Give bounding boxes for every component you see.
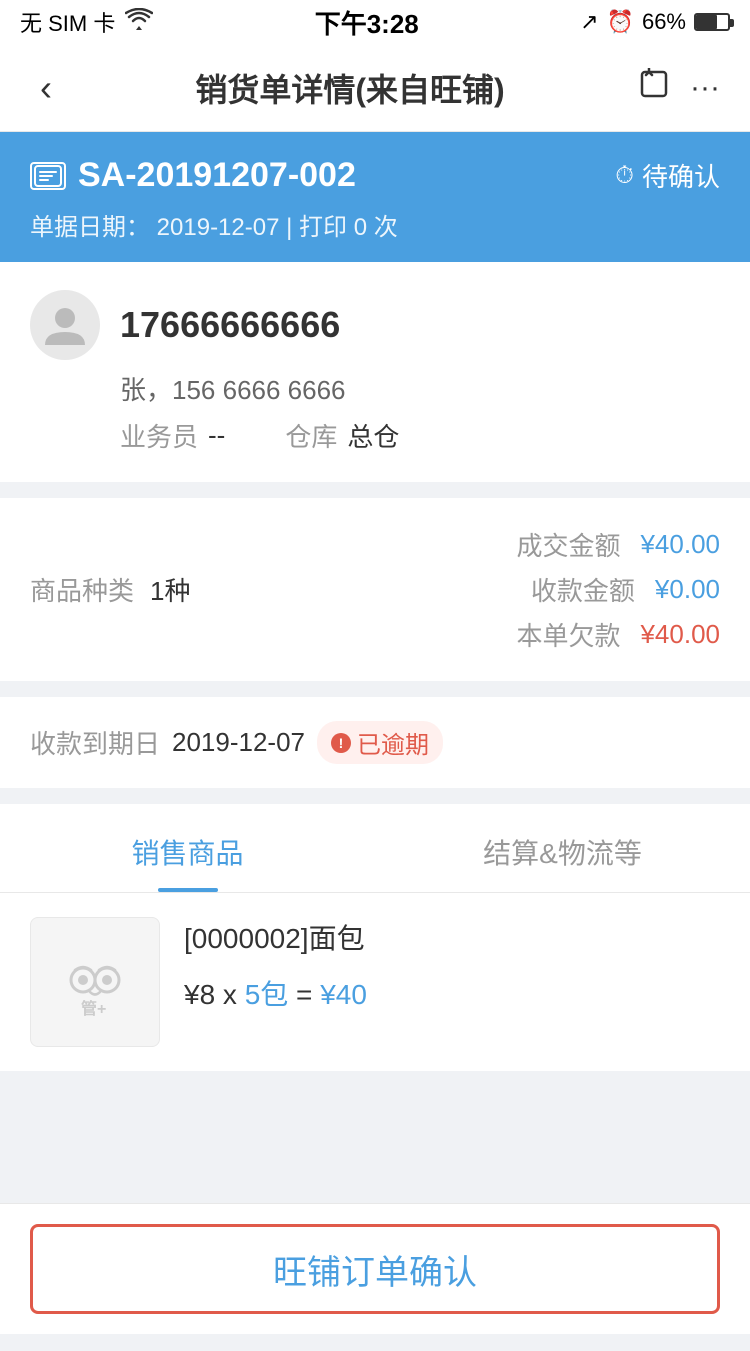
- overdue-text: 已逾期: [357, 725, 429, 760]
- salesman-label: 业务员: [120, 417, 198, 454]
- confirm-order-button[interactable]: 旺铺订单确认: [30, 1224, 720, 1314]
- location-icon: ↗: [580, 9, 598, 35]
- clock-icon: ⏱: [615, 162, 634, 190]
- status-time: 下午3:28: [315, 4, 419, 41]
- overdue-exclamation: !: [331, 733, 351, 753]
- status-right: ↗ ⏰ 66%: [580, 9, 730, 35]
- nav-actions: ···: [638, 68, 720, 108]
- amount-summary: 成交金额 ¥40.00 收款金额 ¥0.00 本单欠款 ¥40.00: [385, 526, 720, 653]
- customer-phone: 17666666666: [120, 304, 340, 346]
- wifi-icon: [125, 8, 153, 36]
- warehouse-value: 总仓: [347, 417, 399, 454]
- product-qty: 5包: [245, 979, 289, 1010]
- debt-label: 本单欠款: [516, 616, 620, 653]
- order-id-icon: [30, 162, 66, 190]
- customer-name: 张，156 6666 6666: [30, 370, 720, 407]
- overdue-badge: ! 已逾期: [317, 721, 443, 764]
- tab-settlement-logistics[interactable]: 结算&物流等: [375, 804, 750, 892]
- tab-sales-label: 销售商品: [131, 838, 243, 869]
- bottom-bar: 旺铺订单确认: [0, 1203, 750, 1334]
- transaction-row: 成交金额 ¥40.00: [516, 526, 720, 563]
- battery-icon: [694, 13, 730, 31]
- order-date-label: 单据日期：: [30, 214, 150, 241]
- svg-text:管+: 管+: [81, 999, 106, 1018]
- product-type: 商品种类 1种: [30, 526, 365, 653]
- summary-section: 商品种类 1种 成交金额 ¥40.00 收款金额 ¥0.00 本单欠款 ¥40.…: [0, 498, 750, 681]
- due-date-value: 2019-12-07: [172, 727, 305, 758]
- page-title: 销货单详情(来自旺铺): [195, 65, 504, 111]
- back-button[interactable]: ‹: [30, 57, 62, 119]
- transaction-label: 成交金额: [516, 526, 620, 563]
- tabs-section: 销售商品 结算&物流等 管+ [0000002]面包 ¥8 x: [0, 804, 750, 1071]
- received-row: 收款金额 ¥0.00: [531, 571, 720, 608]
- customer-section: 17666666666 张，156 6666 6666 业务员 -- 仓库 总仓: [0, 262, 750, 482]
- product-item: 管+ [0000002]面包 ¥8 x 5包 = ¥40: [0, 893, 750, 1071]
- debt-value: ¥40.00: [640, 619, 720, 650]
- nav-bar: ‹ 销货单详情(来自旺铺) ···: [0, 44, 750, 132]
- received-label: 收款金额: [531, 571, 635, 608]
- salesman-value: --: [208, 420, 225, 451]
- customer-top: 17666666666: [30, 290, 720, 360]
- battery-percentage: 66%: [642, 9, 686, 35]
- debt-row: 本单欠款 ¥40.00: [516, 616, 720, 653]
- carrier-text: 无 SIM 卡: [20, 6, 115, 38]
- due-date-section: 收款到期日 2019-12-07 ! 已逾期: [0, 697, 750, 788]
- print-count: 0: [354, 214, 367, 241]
- order-id-row: SA-20191207-002 ⏱ 待确认: [30, 156, 720, 195]
- transaction-value: ¥40.00: [640, 529, 720, 560]
- product-info: [0000002]面包 ¥8 x 5包 = ¥40: [184, 917, 720, 1013]
- order-id-text: SA-20191207-002: [78, 156, 356, 195]
- share-icon[interactable]: [638, 68, 670, 108]
- product-total: ¥40: [320, 979, 367, 1010]
- print-label: | 打印: [286, 214, 347, 241]
- avatar: [30, 290, 100, 360]
- product-price: ¥8 x 5包 = ¥40: [184, 973, 720, 1013]
- product-price-formula: ¥8 x: [184, 979, 245, 1010]
- order-banner: SA-20191207-002 ⏱ 待确认 单据日期： 2019-12-07 |…: [0, 132, 750, 262]
- product-equals: =: [288, 979, 320, 1010]
- warehouse-item: 仓库 总仓: [285, 417, 399, 454]
- alarm-icon: ⏰: [607, 9, 634, 35]
- due-date-label: 收款到期日: [30, 724, 160, 761]
- product-type-value: 1种: [150, 571, 190, 608]
- tabs-row: 销售商品 结算&物流等: [0, 804, 750, 893]
- order-id: SA-20191207-002: [30, 156, 356, 195]
- more-options-icon[interactable]: ···: [690, 71, 720, 105]
- print-suffix: 次: [374, 214, 398, 241]
- order-date-row: 单据日期： 2019-12-07 | 打印 0 次: [30, 207, 720, 242]
- status-bar: 无 SIM 卡 下午3:28 ↗ ⏰ 66%: [0, 0, 750, 44]
- tab-active-indicator: [158, 888, 218, 892]
- order-status: ⏱ 待确认: [615, 157, 720, 194]
- customer-meta: 业务员 -- 仓库 总仓: [30, 417, 720, 454]
- salesman-item: 业务员 --: [120, 417, 225, 454]
- product-thumbnail: 管+: [30, 917, 160, 1047]
- product-name: [0000002]面包: [184, 917, 720, 957]
- status-left: 无 SIM 卡: [20, 6, 153, 38]
- order-status-text: 待确认: [642, 157, 720, 194]
- product-type-label: 商品种类: [30, 571, 134, 608]
- order-date-value: 2019-12-07: [157, 214, 280, 241]
- tab-sales-products[interactable]: 销售商品: [0, 804, 375, 892]
- received-value: ¥0.00: [655, 574, 720, 605]
- warehouse-label: 仓库: [285, 417, 337, 454]
- tab-settlement-label: 结算&物流等: [483, 838, 642, 869]
